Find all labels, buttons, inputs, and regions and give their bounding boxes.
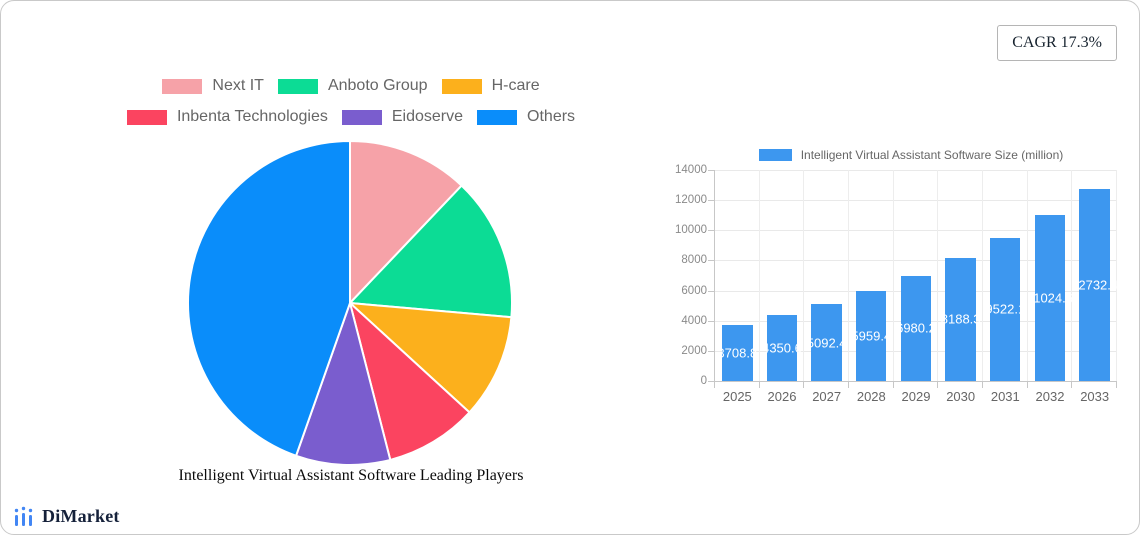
x-axis-tick bbox=[803, 382, 805, 388]
legend-color-swatch bbox=[477, 109, 518, 125]
bar-value-label: 3708.8 bbox=[717, 345, 758, 361]
bar-column-2031: 9522.1 2031 bbox=[983, 170, 1028, 404]
y-axis-tick bbox=[708, 230, 714, 232]
bar-2027: 5092.4 bbox=[807, 304, 847, 381]
y-axis-label: 8000 bbox=[681, 254, 707, 267]
legend-label: Next IT bbox=[212, 77, 264, 94]
bar-2029: 6980.2 bbox=[896, 275, 936, 381]
legend-color-swatch bbox=[126, 109, 167, 125]
pie-chart-title: Intelligent Virtual Assistant Software L… bbox=[178, 467, 524, 484]
bar-value-label: 9522.1 bbox=[985, 301, 1026, 317]
bar-column-2029: 6980.2 2029 bbox=[894, 170, 939, 404]
x-axis-tick bbox=[1116, 382, 1117, 388]
y-axis-label: 12000 bbox=[675, 194, 707, 207]
x-axis-tick bbox=[937, 382, 939, 388]
bar-value-label: 6980.2 bbox=[896, 320, 936, 336]
x-axis-tick bbox=[981, 382, 983, 388]
bar-column-2030: 8188.3 2030 bbox=[938, 170, 983, 404]
x-axis-tick bbox=[1071, 382, 1073, 388]
bar-column-2027: 5092.4 2027 bbox=[804, 170, 849, 404]
bar-column-2025: 3708.8 2025 bbox=[715, 170, 760, 404]
bar-column-2032: 11024.6 2032 bbox=[1027, 170, 1073, 404]
bar-2031: 9522.1 bbox=[985, 237, 1025, 381]
pie-legend-item-h-care[interactable]: H-care bbox=[441, 77, 540, 95]
pie-legend-item-next-it[interactable]: Next IT bbox=[162, 77, 264, 95]
bar-2026: 4350.6 bbox=[762, 315, 802, 381]
logo-text: DiMarket bbox=[42, 506, 120, 526]
bar-value-label: 4350.6 bbox=[762, 340, 802, 356]
legend-label: H-care bbox=[491, 77, 540, 94]
bar-legend-label: Intelligent Virtual Assistant Software S… bbox=[800, 148, 1064, 162]
pie-legend: Next IT Anboto Group H-care Inbenta Technol… bbox=[31, 77, 671, 139]
pie-svg bbox=[187, 140, 513, 466]
bar-column-2033: 12732.4 2033 bbox=[1071, 170, 1118, 404]
x-axis-tick bbox=[758, 382, 760, 388]
cagr-badge: CAGR 17.3% bbox=[997, 25, 1117, 61]
y-axis-label: 4000 bbox=[681, 314, 707, 327]
pie-chart bbox=[186, 139, 514, 467]
y-axis-tick bbox=[708, 200, 714, 202]
dimarket-logo: DiMarket bbox=[13, 506, 120, 527]
legend-color-swatch bbox=[341, 109, 382, 125]
legend-label: Anboto Group bbox=[327, 77, 428, 94]
x-axis-label: 2032 bbox=[1035, 389, 1065, 404]
x-axis-tick bbox=[892, 382, 894, 388]
y-axis-tick bbox=[708, 350, 714, 352]
bar-legend-swatch bbox=[758, 149, 792, 161]
pie-legend-item-anboto-group[interactable]: Anboto Group bbox=[277, 77, 428, 95]
bar-column-2026: 4350.6 2026 bbox=[760, 170, 805, 404]
report-card: CAGR 17.3% Next IT Anboto Group H-care Inbe… bbox=[0, 0, 1140, 535]
x-axis-label: 2028 bbox=[856, 389, 886, 404]
y-axis-label: 2000 bbox=[681, 344, 707, 357]
legend-label: Inbenta Technologies bbox=[176, 108, 328, 125]
legend-label: Eidoserve bbox=[391, 108, 464, 125]
bar-legend[interactable]: Intelligent Virtual Assistant Software S… bbox=[691, 148, 1131, 162]
bar-2025: 3708.8 bbox=[717, 325, 757, 381]
pie-legend-row: Next IT Anboto Group H-care bbox=[31, 77, 671, 95]
bar-plot: 0 2000 4000 6000 8000 10000 12000 14000 3708.8 20… bbox=[675, 164, 1118, 404]
bar-value-label: 5959.4 bbox=[851, 328, 892, 344]
bar-chart-logo-icon bbox=[14, 506, 33, 526]
y-axis-label: 14000 bbox=[675, 164, 707, 176]
x-axis-tick bbox=[1026, 382, 1028, 388]
bar-value-label: 8188.3 bbox=[940, 311, 981, 327]
y-axis-tick bbox=[708, 320, 714, 322]
x-axis-label: 2025 bbox=[722, 389, 752, 404]
x-axis-tick bbox=[714, 382, 715, 388]
x-axis-label: 2031 bbox=[990, 389, 1020, 404]
x-axis-tick bbox=[847, 382, 849, 388]
y-axis-tick bbox=[708, 290, 714, 292]
bar-2030: 8188.3 bbox=[941, 257, 981, 381]
bar-2033: 12732.4 bbox=[1071, 189, 1118, 381]
y-axis-label: 0 bbox=[700, 375, 707, 387]
bar-value-label: 5092.4 bbox=[806, 335, 847, 351]
pie-legend-item-others[interactable]: Others bbox=[477, 108, 575, 126]
x-axis-label: 2033 bbox=[1080, 389, 1110, 404]
x-axis-label: 2029 bbox=[901, 389, 931, 404]
y-axis-tick bbox=[708, 170, 714, 171]
y-axis-tick bbox=[708, 260, 714, 262]
legend-color-swatch bbox=[277, 78, 318, 94]
y-axis-label: 10000 bbox=[675, 224, 707, 237]
bar-2032: 11024.6 bbox=[1027, 214, 1073, 381]
pie-legend-item-inbenta-technologies[interactable]: Inbenta Technologies bbox=[126, 108, 328, 126]
x-axis-label: 2027 bbox=[812, 389, 842, 404]
x-axis-label: 2026 bbox=[767, 389, 797, 404]
legend-label: Others bbox=[527, 108, 576, 125]
legend-color-swatch bbox=[441, 78, 482, 94]
bar-column-2028: 5959.4 2028 bbox=[849, 170, 894, 404]
legend-color-swatch bbox=[162, 78, 203, 94]
bar-2028: 5959.4 bbox=[851, 291, 891, 381]
pie-legend-item-eidoserve[interactable]: Eidoserve bbox=[341, 108, 464, 126]
bar-value-label: 12732.4 bbox=[1071, 277, 1119, 293]
pie-legend-row: Inbenta Technologies Eidoserve Others bbox=[31, 108, 671, 126]
bar-value-label: 11024.6 bbox=[1026, 290, 1073, 306]
y-axis-label: 6000 bbox=[681, 284, 707, 297]
x-axis-label: 2030 bbox=[946, 389, 976, 404]
